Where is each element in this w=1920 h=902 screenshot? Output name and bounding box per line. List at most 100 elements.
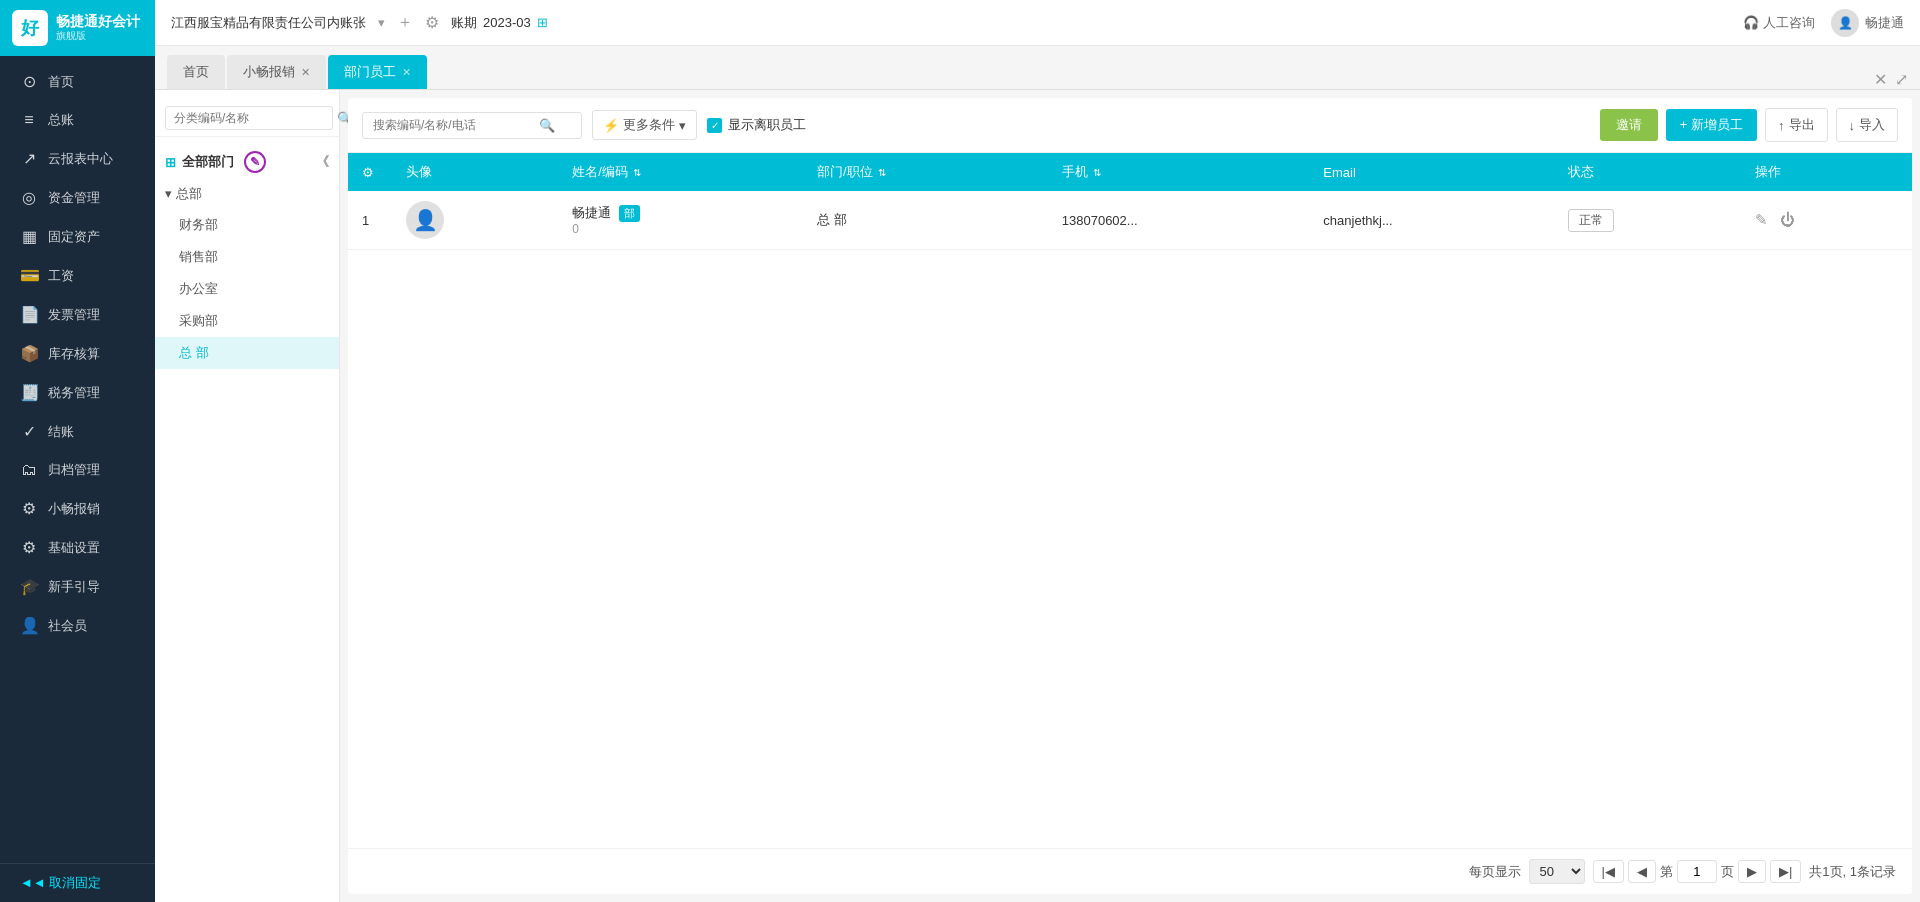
expense-icon: ⚙ bbox=[20, 499, 38, 518]
employee-search-box: 🔍 bbox=[362, 112, 582, 139]
show-resigned-checkbox[interactable]: ✓ bbox=[707, 118, 722, 133]
settings-icon: ⚙ bbox=[20, 538, 38, 557]
row-name-cell: 畅捷通 部 0 bbox=[558, 191, 803, 250]
employee-email: chanjethkj... bbox=[1323, 213, 1392, 228]
sidebar-item-home[interactable]: ⊙ 首页 bbox=[0, 62, 155, 101]
sidebar-item-salary[interactable]: 💳 工资 bbox=[0, 256, 155, 295]
total-info: 共1页, 1条记录 bbox=[1809, 863, 1896, 881]
dept-item-office[interactable]: 办公室 bbox=[155, 273, 339, 305]
sidebar-item-settings[interactable]: ⚙ 基础设置 bbox=[0, 528, 155, 567]
all-dept-header[interactable]: ⊞ 全部部门 ✎ 《 bbox=[155, 145, 339, 179]
company-dropdown-icon[interactable]: ▾ bbox=[378, 15, 385, 30]
tab-home[interactable]: 首页 bbox=[167, 55, 225, 89]
sidebar-item-ledger[interactable]: ≡ 总账 bbox=[0, 101, 155, 139]
col-status: 状态 bbox=[1554, 153, 1740, 191]
headset-icon: 🎧 bbox=[1743, 15, 1759, 30]
dept-collapse-icon[interactable]: 《 bbox=[316, 153, 329, 171]
row-email-cell: chanjethkj... bbox=[1309, 191, 1554, 250]
sort-name-icon: ⇅ bbox=[633, 167, 641, 178]
export-icon: ↑ bbox=[1778, 118, 1785, 133]
sidebar-item-closing[interactable]: ✓ 结账 bbox=[0, 412, 155, 451]
dept-search-input[interactable] bbox=[165, 106, 333, 130]
page-input[interactable] bbox=[1677, 860, 1717, 883]
sidebar-item-invoice[interactable]: 📄 发票管理 bbox=[0, 295, 155, 334]
tab-expense[interactable]: 小畅报销 ✕ bbox=[227, 55, 326, 89]
tab-department[interactable]: 部门员工 ✕ bbox=[328, 55, 427, 89]
sidebar-item-archive[interactable]: 🗂 归档管理 bbox=[0, 451, 155, 489]
col-dept[interactable]: 部门/职位 ⇅ bbox=[803, 153, 1048, 191]
sidebar-item-label: 首页 bbox=[48, 73, 74, 91]
sidebar-item-reports[interactable]: ↗ 云报表中心 bbox=[0, 139, 155, 178]
topbar-settings-icon[interactable]: ⚙ bbox=[425, 13, 439, 32]
page-label-pre: 第 bbox=[1660, 863, 1673, 881]
tabbar: 首页 小畅报销 ✕ 部门员工 ✕ ✕ ⤢ bbox=[155, 46, 1920, 90]
sidebar-item-label: 新手引导 bbox=[48, 578, 100, 596]
logo-icon: 好 bbox=[12, 10, 48, 46]
app-subtitle: 旗舰版 bbox=[56, 29, 140, 43]
employee-search-input[interactable] bbox=[373, 118, 533, 132]
sidebar-item-label: 结账 bbox=[48, 423, 74, 441]
page-nav: |◀ ◀ 第 页 ▶ ▶| bbox=[1593, 860, 1802, 883]
col-email: Email bbox=[1309, 153, 1554, 191]
sidebar-item-expense[interactable]: ⚙ 小畅报销 bbox=[0, 489, 155, 528]
sidebar-item-label: 税务管理 bbox=[48, 384, 100, 402]
gear-settings-icon[interactable]: ⚙ bbox=[362, 165, 374, 180]
tab-department-close[interactable]: ✕ bbox=[402, 66, 411, 79]
filter-btn[interactable]: ⚡ 更多条件 ▾ bbox=[592, 110, 697, 140]
filter-chevron-icon: ▾ bbox=[679, 118, 686, 133]
employee-panel: 🔍 ⚡ 更多条件 ▾ ✓ 显示离职员工 邀请 + 新增员工 bbox=[348, 98, 1912, 894]
page-next-btn[interactable]: ▶ bbox=[1738, 860, 1766, 883]
page-first-btn[interactable]: |◀ bbox=[1593, 860, 1624, 883]
tab-close-all-icon[interactable]: ✕ bbox=[1874, 70, 1887, 89]
show-resigned-toggle[interactable]: ✓ 显示离职员工 bbox=[707, 116, 806, 134]
col-name[interactable]: 姓名/编码 ⇅ bbox=[558, 153, 803, 191]
dept-item-finance[interactable]: 财务部 bbox=[155, 209, 339, 241]
logo-text-block: 畅捷通好会计 旗舰版 bbox=[56, 13, 140, 44]
sidebar-item-inventory[interactable]: 📦 库存核算 bbox=[0, 334, 155, 373]
account-period: 账期 2023-03 ⊞ bbox=[451, 14, 548, 32]
employee-search-icon[interactable]: 🔍 bbox=[539, 118, 555, 133]
reports-icon: ↗ bbox=[20, 149, 38, 168]
add-company-icon[interactable]: ＋ bbox=[397, 12, 413, 33]
inventory-icon: 📦 bbox=[20, 344, 38, 363]
customer-service-btn[interactable]: 🎧 人工咨询 bbox=[1743, 14, 1815, 32]
sidebar-item-tax[interactable]: 🧾 税务管理 bbox=[0, 373, 155, 412]
employee-dept-badge: 部 bbox=[619, 205, 640, 222]
per-page-select[interactable]: 50 100 200 bbox=[1529, 859, 1585, 884]
status-badge: 正常 bbox=[1568, 209, 1614, 232]
export-button[interactable]: ↑ 导出 bbox=[1765, 108, 1828, 142]
period-label: 账期 bbox=[451, 14, 477, 32]
invoice-icon: 📄 bbox=[20, 305, 38, 324]
salary-icon: 💳 bbox=[20, 266, 38, 285]
import-icon: ↓ bbox=[1849, 118, 1856, 133]
add-employee-button[interactable]: + 新增员工 bbox=[1666, 109, 1757, 141]
tab-expand-icon[interactable]: ⤢ bbox=[1895, 70, 1908, 89]
sidebar-item-guide[interactable]: 🎓 新手引导 bbox=[0, 567, 155, 606]
employee-table: ⚙ 头像 姓名/编码 ⇅ 部门/职位 ⇅ 手机 ⇅ bbox=[348, 153, 1912, 250]
calendar-icon[interactable]: ⊞ bbox=[537, 15, 548, 30]
dept-item-general[interactable]: 总 部 bbox=[155, 337, 339, 369]
import-label: 导入 bbox=[1859, 116, 1885, 134]
main-area: 江西服宝精品有限责任公司内账张 ▾ ＋ ⚙ 账期 2023-03 ⊞ 🎧 人工咨… bbox=[155, 0, 1920, 902]
dept-item-procurement[interactable]: 采购部 bbox=[155, 305, 339, 337]
edit-icon[interactable]: ✎ bbox=[1755, 211, 1768, 229]
dept-edit-btn[interactable]: ✎ bbox=[244, 151, 266, 173]
tab-expense-label: 小畅报销 bbox=[243, 63, 295, 81]
col-phone[interactable]: 手机 ⇅ bbox=[1048, 153, 1310, 191]
unpin-label: ◄◄ 取消固定 bbox=[20, 874, 101, 892]
username-label: 畅捷通 bbox=[1865, 14, 1904, 32]
sidebar-item-member[interactable]: 👤 社会员 bbox=[0, 606, 155, 645]
user-info[interactable]: 👤 畅捷通 bbox=[1831, 9, 1904, 37]
dept-item-sales[interactable]: 销售部 bbox=[155, 241, 339, 273]
logout-icon[interactable]: ⏻ bbox=[1780, 211, 1795, 229]
import-button[interactable]: ↓ 导入 bbox=[1836, 108, 1899, 142]
tab-expense-close[interactable]: ✕ bbox=[301, 66, 310, 79]
sidebar-unpin[interactable]: ◄◄ 取消固定 bbox=[0, 863, 155, 902]
sidebar-item-funds[interactable]: ◎ 资金管理 bbox=[0, 178, 155, 217]
invite-button[interactable]: 邀请 bbox=[1600, 109, 1658, 141]
home-icon: ⊙ bbox=[20, 72, 38, 91]
page-prev-btn[interactable]: ◀ bbox=[1628, 860, 1656, 883]
sidebar-item-assets[interactable]: ▦ 固定资产 bbox=[0, 217, 155, 256]
page-last-btn[interactable]: ▶| bbox=[1770, 860, 1801, 883]
content-area: 🔍 ⊞ 全部部门 ✎ 《 ▾ 总部 财务部 销售部 办公室 采购部 总 部 bbox=[155, 90, 1920, 902]
